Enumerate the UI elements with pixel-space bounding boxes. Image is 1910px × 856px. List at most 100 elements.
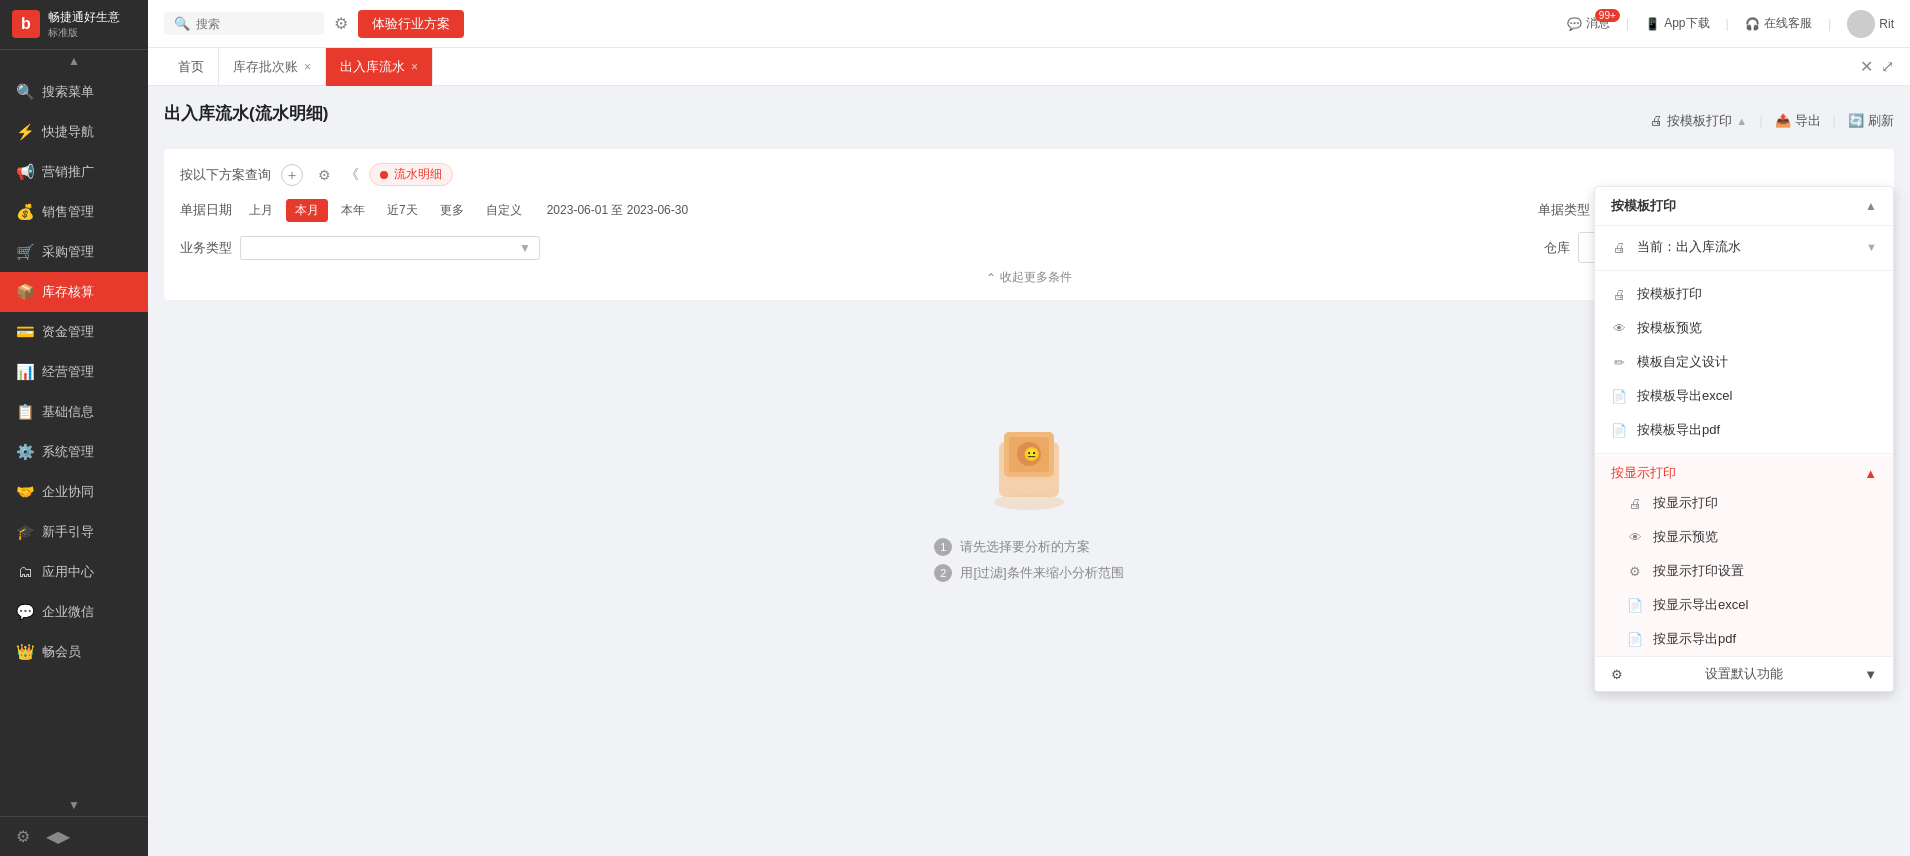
dropdown-display-section-header[interactable]: 按显示打印 ▲ xyxy=(1595,456,1893,486)
window-close-btn[interactable]: ✕ xyxy=(1860,57,1873,76)
sidebar-settings-icon[interactable]: ⚙ xyxy=(16,827,30,846)
date-btn-last-month[interactable]: 上月 xyxy=(240,199,282,222)
online-service-label: 在线客服 xyxy=(1764,15,1812,32)
topbar-search-box[interactable]: 🔍 xyxy=(164,12,324,35)
dropdown-footer-arrow: ▼ xyxy=(1864,667,1877,682)
filter-tag-label: 流水明细 xyxy=(394,166,442,183)
refresh-btn[interactable]: 🔄 刷新 xyxy=(1848,112,1894,130)
dropdown-current-section: 🖨 当前：出入库流水 ▼ xyxy=(1595,226,1893,268)
search-panel-header: 按以下方案查询 + ⚙ 《 流水明细 xyxy=(180,163,1878,186)
sidebar-item-inventory[interactable]: 📦 库存核算 xyxy=(0,272,148,312)
date-buttons: 上月 本月 本年 近7天 更多 自定义 xyxy=(240,199,531,222)
collapse-more-btn[interactable]: ⌃ 收起更多条件 xyxy=(986,269,1072,286)
dropdown-display-print[interactable]: 🖨 按显示打印 xyxy=(1595,486,1893,520)
online-service-btn[interactable]: 🎧 在线客服 xyxy=(1745,15,1812,32)
template-custom-icon: ✏ xyxy=(1611,354,1627,370)
tab-stock-flow[interactable]: 出入库流水 × xyxy=(326,48,433,86)
finance-icon: 💳 xyxy=(16,323,34,341)
user-avatar-btn[interactable]: Rit xyxy=(1847,10,1894,38)
sidebar-item-purchase[interactable]: 🛒 采购管理 xyxy=(0,232,148,272)
collapse-more-label: 收起更多条件 xyxy=(1000,269,1072,286)
window-maximize-btn[interactable]: ⤢ xyxy=(1881,57,1894,76)
tab-stock-flow-close[interactable]: × xyxy=(411,60,418,74)
sidebar-item-basic[interactable]: 📋 基础信息 xyxy=(0,392,148,432)
dropdown-display-export-pdf[interactable]: 📄 按显示导出pdf xyxy=(1595,622,1893,656)
sidebar-item-label: 搜索菜单 xyxy=(42,83,94,101)
date-btn-7days[interactable]: 近7天 xyxy=(378,199,427,222)
sidebar-item-wechat[interactable]: 💬 企业微信 xyxy=(0,592,148,632)
biz-type-input[interactable]: ▼ xyxy=(240,236,540,260)
topbar-gear-icon[interactable]: ⚙ xyxy=(334,14,348,33)
dropdown-template-print[interactable]: 🖨 按模板打印 xyxy=(1595,277,1893,311)
date-range-display: 2023-06-01 至 2023-06-30 xyxy=(547,202,688,219)
filter-tag-liushui[interactable]: 流水明细 xyxy=(369,163,453,186)
collapse-up-icon: ⌃ xyxy=(986,271,996,285)
dropdown-current-item[interactable]: 🖨 当前：出入库流水 ▼ xyxy=(1595,230,1893,264)
dropdown-display-export-excel[interactable]: 📄 按显示导出excel xyxy=(1595,588,1893,622)
dropdown-template-export-pdf[interactable]: 📄 按模板导出pdf xyxy=(1595,413,1893,447)
sidebar-item-system[interactable]: ⚙️ 系统管理 xyxy=(0,432,148,472)
corp-icon: 🤝 xyxy=(16,483,34,501)
sidebar-toggle-icon[interactable]: ◀▶ xyxy=(46,827,70,846)
print-template-btn[interactable]: 🖨 按模板打印 ▲ xyxy=(1650,112,1747,130)
date-btn-custom[interactable]: 自定义 xyxy=(477,199,531,222)
sidebar-item-finance[interactable]: 💳 资金管理 xyxy=(0,312,148,352)
topbar-search-icon: 🔍 xyxy=(174,16,190,31)
template-preview-icon: 👁 xyxy=(1611,320,1627,336)
date-field: 单据日期 上月 本月 本年 近7天 更多 自定义 2023-06-01 至 20… xyxy=(180,199,688,222)
dropdown-template-export-excel[interactable]: 📄 按模板导出excel xyxy=(1595,379,1893,413)
dropdown-title: 按模板打印 xyxy=(1611,197,1676,215)
sidebar-item-label: 快捷导航 xyxy=(42,123,94,141)
date-btn-more[interactable]: 更多 xyxy=(431,199,473,222)
filter-settings-btn[interactable]: ⚙ xyxy=(313,164,335,186)
sidebar-item-operations[interactable]: 📊 经营管理 xyxy=(0,352,148,392)
empty-step2-label: 用[过滤]条件来缩小分析范围 xyxy=(960,564,1123,582)
page-content: 出入库流水(流水明细) 🖨 按模板打印 ▲ | 📤 导出 | 🔄 刷新 xyxy=(148,86,1910,856)
sidebar-item-sales[interactable]: 💰 销售管理 xyxy=(0,192,148,232)
tab-inventory-batch[interactable]: 库存批次账 × xyxy=(219,48,326,86)
stock-flow-tab-label: 出入库流水 xyxy=(340,58,405,76)
date-label: 单据日期 xyxy=(180,201,232,219)
filter-collapse-btn[interactable]: 《 xyxy=(345,166,359,184)
purchase-icon: 🛒 xyxy=(16,243,34,261)
message-btn[interactable]: 💬 消息 99+ xyxy=(1567,15,1610,32)
date-btn-this-month[interactable]: 本月 xyxy=(286,199,328,222)
tab-inventory-batch-close[interactable]: × xyxy=(304,60,311,74)
sidebar-item-guide[interactable]: 🎓 新手引导 xyxy=(0,512,148,552)
sidebar-item-member[interactable]: 👑 畅会员 xyxy=(0,632,148,672)
add-filter-btn[interactable]: + xyxy=(281,164,303,186)
search-panel-label: 按以下方案查询 xyxy=(180,166,271,184)
sidebar-scroll-up[interactable]: ▲ xyxy=(0,50,148,72)
tab-home[interactable]: 首页 xyxy=(164,48,219,86)
sidebar-scroll-down[interactable]: ▼ xyxy=(0,794,148,816)
sidebar-item-label: 基础信息 xyxy=(42,403,94,421)
sidebar-item-quick-nav[interactable]: ⚡ 快捷导航 xyxy=(0,112,148,152)
search-icon: 🔍 xyxy=(16,83,34,101)
date-btn-this-year[interactable]: 本年 xyxy=(332,199,374,222)
sidebar-item-apps[interactable]: 🗂 应用中心 xyxy=(0,552,148,592)
sidebar-item-search[interactable]: 🔍 搜索菜单 xyxy=(0,72,148,112)
dropdown-display-items: 🖨 按显示打印 👁 按显示预览 ⚙ 按显示打印设置 📄 按显示导出excel 📄 xyxy=(1595,486,1893,656)
dropdown-footer-label: 设置默认功能 xyxy=(1705,665,1783,683)
filter-dot xyxy=(380,171,388,179)
sidebar-item-corp[interactable]: 🤝 企业协同 xyxy=(0,472,148,512)
export-btn[interactable]: 📤 导出 xyxy=(1775,112,1821,130)
empty-steps: 1 请先选择要分析的方案 2 用[过滤]条件来缩小分析范围 xyxy=(934,538,1123,582)
dropdown-close-icon[interactable]: ▲ xyxy=(1865,199,1877,213)
dropdown-template-preview[interactable]: 👁 按模板预览 xyxy=(1595,311,1893,345)
sidebar-item-label: 系统管理 xyxy=(42,443,94,461)
dropdown-display-preview[interactable]: 👁 按显示预览 xyxy=(1595,520,1893,554)
display-settings-label: 按显示打印设置 xyxy=(1653,562,1744,580)
biz-type-label: 业务类型 xyxy=(180,239,232,257)
dropdown-display-print-settings[interactable]: ⚙ 按显示打印设置 xyxy=(1595,554,1893,588)
message-badge: 99+ xyxy=(1595,9,1620,22)
topbar-right: 💬 消息 99+ | 📱 App下载 | 🎧 在线客服 | Rit xyxy=(1567,10,1894,38)
app-download-btn[interactable]: 📱 App下载 xyxy=(1645,15,1709,32)
topbar-search-input[interactable] xyxy=(196,17,296,31)
sidebar-item-marketing[interactable]: 📢 营销推广 xyxy=(0,152,148,192)
dropdown-footer[interactable]: ⚙ 设置默认功能 ▼ xyxy=(1595,656,1893,691)
template-preview-label: 按模板预览 xyxy=(1637,319,1702,337)
dropdown-template-custom[interactable]: ✏ 模板自定义设计 xyxy=(1595,345,1893,379)
trial-button[interactable]: 体验行业方案 xyxy=(358,10,464,38)
download-icon: 📱 xyxy=(1645,17,1660,31)
